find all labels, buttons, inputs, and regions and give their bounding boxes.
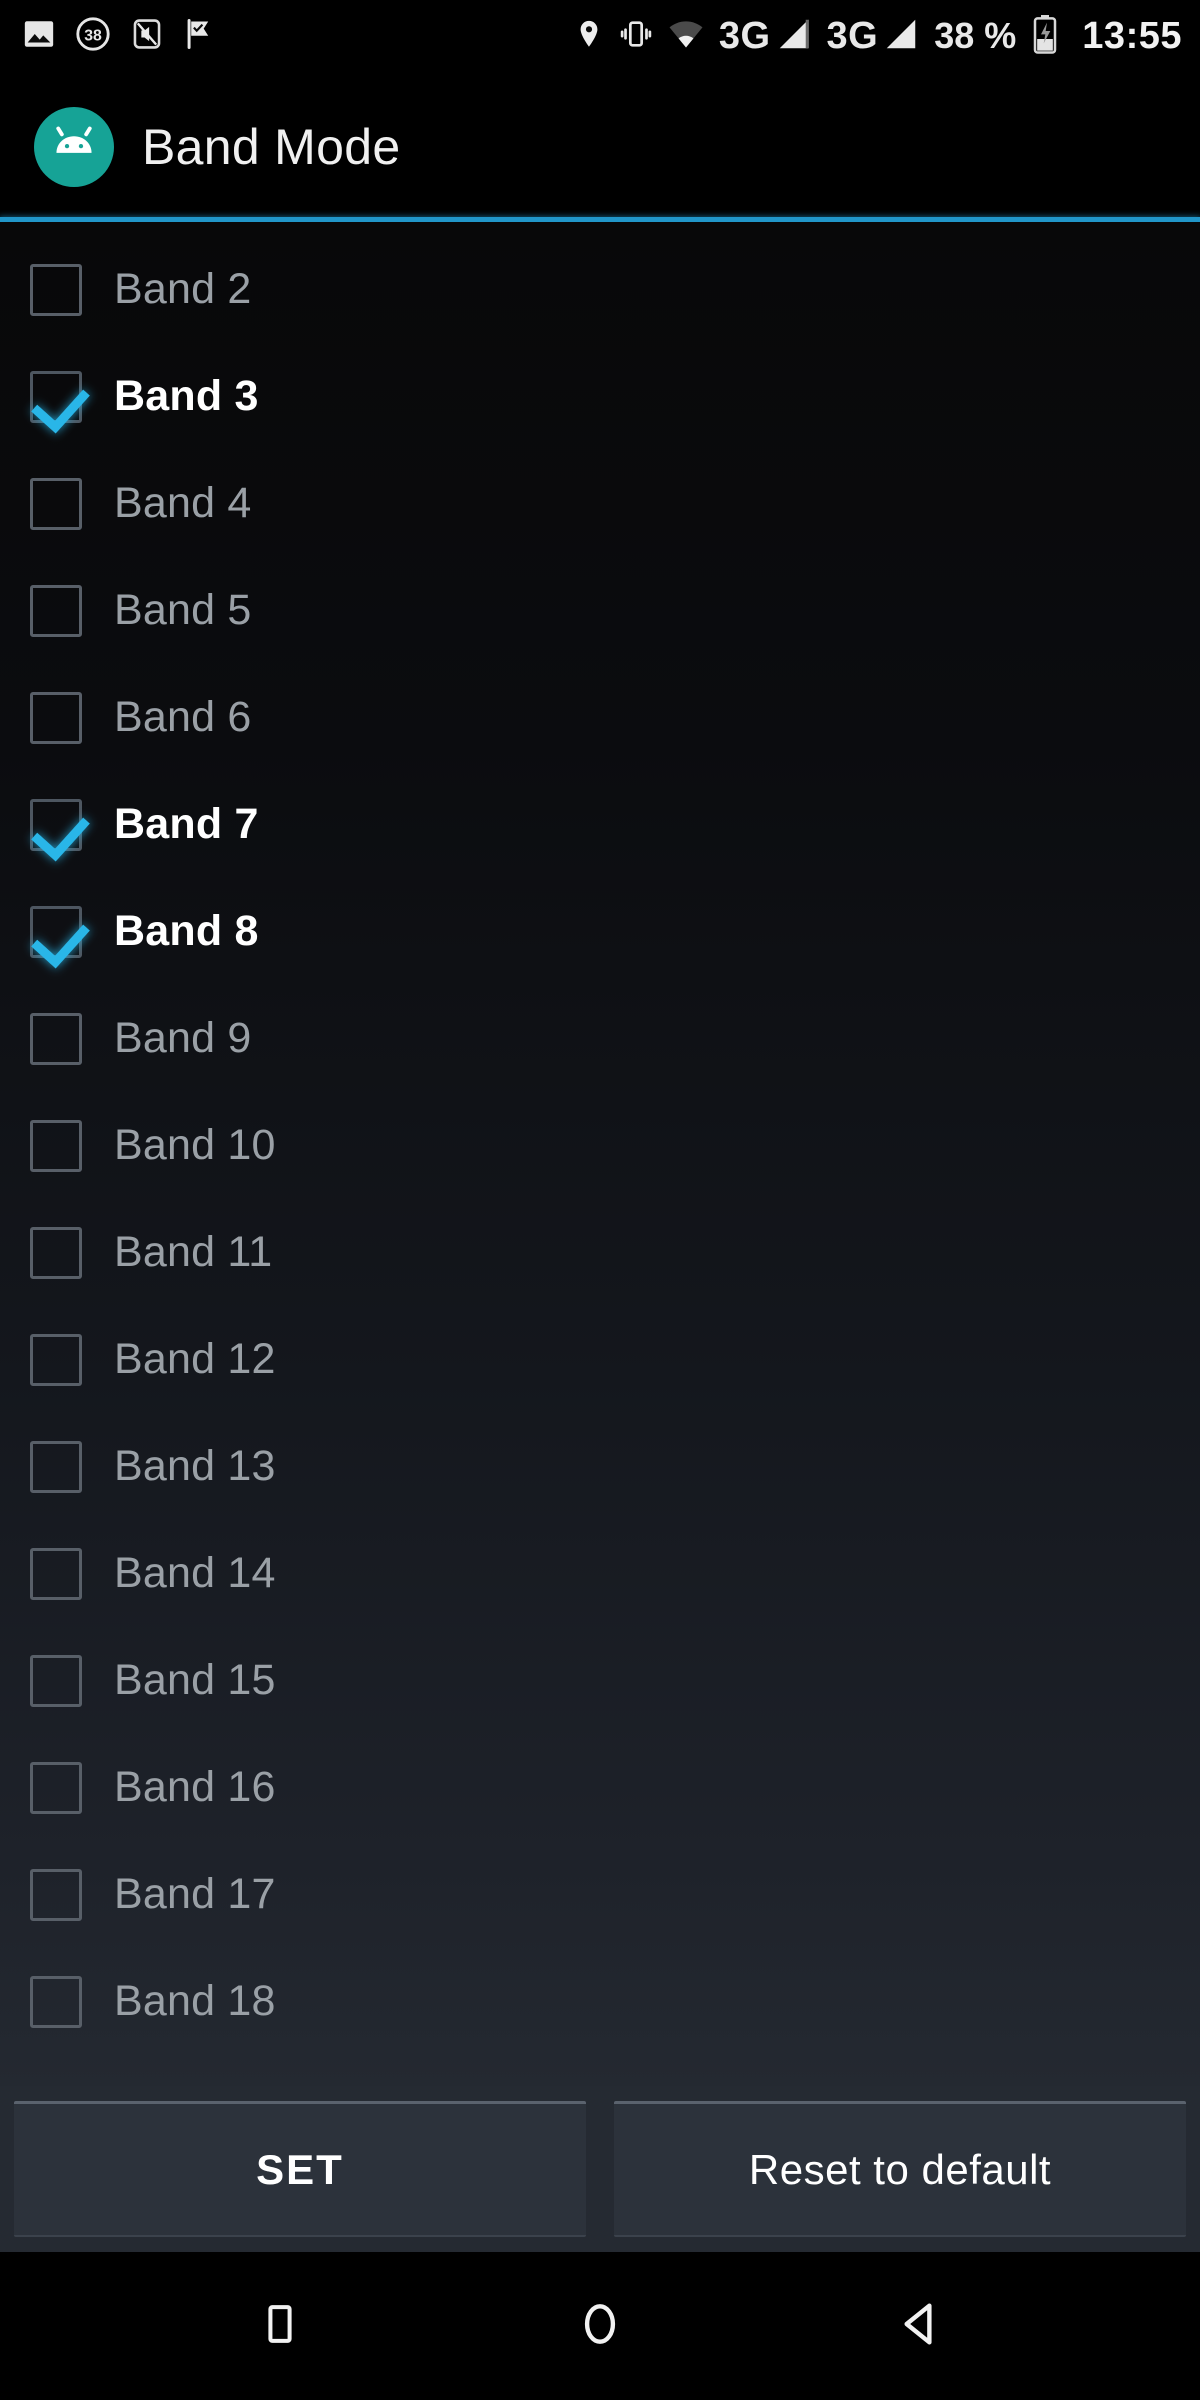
band-list-item[interactable]: Band 7 [0, 771, 1200, 878]
band-label: Band 2 [114, 265, 252, 313]
signal-bars-sim2-icon [882, 15, 920, 58]
checkbox-unchecked[interactable] [30, 1761, 82, 1814]
band-label: Band 8 [114, 907, 259, 955]
back-button[interactable] [865, 2271, 975, 2381]
band-list-item[interactable]: Band 12 [0, 1306, 1200, 1413]
band-label: Band 4 [114, 479, 252, 527]
app-title-bar: Band Mode [0, 72, 1200, 222]
band-label: Band 18 [114, 1977, 276, 2025]
band-label: Band 10 [114, 1121, 276, 1169]
sim2-network-label: 3G [826, 15, 879, 57]
band-label: Band 3 [114, 372, 259, 420]
checkbox-unchecked[interactable] [30, 1975, 82, 2028]
set-button[interactable]: SET [14, 2101, 586, 2237]
vibrate-icon [619, 17, 653, 56]
reset-to-default-button[interactable]: Reset to default [614, 2101, 1186, 2237]
band-list-item[interactable]: Band 15 [0, 1627, 1200, 1734]
band-list-item[interactable]: Band 13 [0, 1413, 1200, 1520]
band-label: Band 11 [114, 1228, 273, 1276]
band-list-item[interactable]: Band 10 [0, 1092, 1200, 1199]
checkbox-unchecked[interactable] [30, 1012, 82, 1065]
checkbox-unchecked[interactable] [30, 1654, 82, 1707]
sim2-network-group: 3G [827, 15, 921, 58]
page-title: Band Mode [142, 119, 401, 175]
band-list-item[interactable]: Band 2 [0, 236, 1200, 343]
flag-check-icon [182, 17, 216, 56]
battery-icon [1030, 14, 1060, 59]
circle-home-icon [575, 2299, 625, 2354]
location-icon [573, 18, 605, 55]
band-label: Band 14 [114, 1549, 276, 1597]
status-bar-left-icons: 38 [22, 15, 216, 58]
wifi-icon [667, 15, 705, 58]
checkbox-unchecked[interactable] [30, 263, 82, 316]
checkbox-checked[interactable] [30, 905, 82, 958]
band-label: Band 6 [114, 693, 252, 741]
band-list-item[interactable]: Band 4 [0, 450, 1200, 557]
checkbox-unchecked[interactable] [30, 584, 82, 637]
band-list-item[interactable]: Band 17 [0, 1841, 1200, 1948]
checkbox-unchecked[interactable] [30, 691, 82, 744]
sim1-network-label: 3G [718, 15, 771, 57]
image-icon [22, 17, 56, 56]
band-label: Band 12 [114, 1335, 276, 1383]
checkbox-unchecked[interactable] [30, 1868, 82, 1921]
android-robot-icon [34, 107, 114, 187]
checkbox-checked[interactable] [30, 798, 82, 851]
home-button[interactable] [545, 2271, 655, 2381]
checkbox-unchecked[interactable] [30, 1226, 82, 1279]
band-label: Band 9 [114, 1014, 252, 1062]
android-navigation-bar [0, 2252, 1200, 2400]
square-recents-icon [257, 2301, 303, 2352]
band-list-item[interactable]: Band 11 [0, 1199, 1200, 1306]
triangle-back-icon [895, 2299, 945, 2354]
band-list-item[interactable]: Band 3 [0, 343, 1200, 450]
clock-label: 13:55 [1082, 15, 1182, 57]
band-list-item[interactable]: Band 5 [0, 557, 1200, 664]
battery-saver-38-icon: 38 [74, 15, 112, 58]
checkbox-unchecked[interactable] [30, 1119, 82, 1172]
signal-bars-sim1-icon [775, 15, 813, 58]
band-list-item[interactable]: Band 18 [0, 1948, 1200, 2055]
battery-percent-label: 38 % [934, 15, 1017, 56]
checkbox-unchecked[interactable] [30, 1440, 82, 1493]
action-button-bar: SET Reset to default [0, 2086, 1200, 2252]
status-bar-right-icons: 3G 3G 38 % 13:55 [573, 14, 1182, 59]
band-list-item[interactable]: Band 8 [0, 878, 1200, 985]
checkbox-unchecked[interactable] [30, 1333, 82, 1386]
checkbox-checked[interactable] [30, 370, 82, 423]
band-list-item[interactable]: Band 16 [0, 1734, 1200, 1841]
band-label: Band 5 [114, 586, 252, 634]
band-label: Band 17 [114, 1870, 276, 1918]
phone-screen: 38 3G 3G 38 % 13:55 Band Mode Band 2 Ban… [0, 0, 1200, 2400]
band-list-item[interactable]: Band 9 [0, 985, 1200, 1092]
band-list-item[interactable]: Band 14 [0, 1520, 1200, 1627]
band-label: Band 7 [114, 800, 259, 848]
sim1-network-group: 3G [719, 15, 813, 58]
status-bar: 38 3G 3G 38 % 13:55 [0, 0, 1200, 72]
checkbox-unchecked[interactable] [30, 1547, 82, 1600]
band-list-item[interactable]: Band 6 [0, 664, 1200, 771]
band-checkbox-list[interactable]: Band 2 Band 3 Band 4 Band 5 Band 6 Band 7 Band… [0, 222, 1200, 2086]
svg-text:38: 38 [84, 27, 102, 44]
checkbox-unchecked[interactable] [30, 477, 82, 530]
silent-mode-icon [130, 17, 164, 56]
band-label: Band 16 [114, 1763, 276, 1811]
band-label: Band 13 [114, 1442, 276, 1490]
band-label: Band 15 [114, 1656, 276, 1704]
recents-button[interactable] [225, 2271, 335, 2381]
